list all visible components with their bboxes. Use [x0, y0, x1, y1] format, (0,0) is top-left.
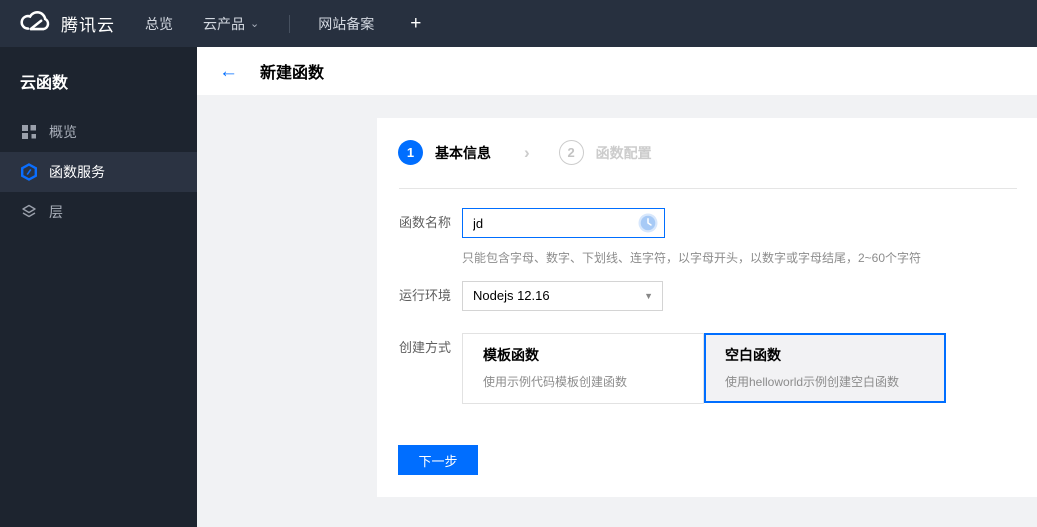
- section-divider: [399, 188, 1017, 189]
- method-card-blank-function[interactable]: 空白函数 使用helloworld示例创建空白函数: [704, 333, 946, 403]
- function-name-field-wrapper: [462, 208, 665, 238]
- method-card-group: 模板函数 使用示例代码模板创建函数 空白函数 使用helloworld示例创建空…: [462, 333, 946, 404]
- runtime-label: 运行环境: [399, 288, 452, 303]
- sidebar-item-label: 概览: [49, 124, 77, 140]
- create-function-card: 1 基本信息 › 2 函数配置 函数名称 只能包含字母、数字、下划线、连字: [377, 118, 1037, 497]
- method-card-description: 使用helloworld示例创建空白函数: [725, 375, 900, 389]
- sidebar-item-overview[interactable]: 概览: [0, 112, 197, 152]
- runtime-select[interactable]: Nodejs 12.16 ▼: [462, 281, 663, 311]
- step-2-circle: 2: [558, 140, 584, 165]
- method-card-template-function[interactable]: 模板函数 使用示例代码模板创建函数: [462, 333, 704, 404]
- creation-method-row: 创建方式 模板函数 使用示例代码模板创建函数 空白函数 使用helloworld…: [399, 333, 946, 404]
- top-navbar: 腾讯云 总览 云产品 ⌄ 网站备案 +: [0, 0, 1037, 47]
- chevron-down-icon: ⌄: [250, 18, 260, 30]
- top-nav: 总览 云产品 ⌄ 网站备案 +: [145, 13, 421, 35]
- method-card-title: 空白函数: [725, 347, 781, 363]
- function-name-row: 函数名称: [399, 208, 665, 238]
- sidebar: 云函数 概览 函数服务 层: [0, 47, 197, 527]
- nav-cloud-products[interactable]: 云产品 ⌄: [203, 14, 259, 34]
- page-title: 新建函数: [260, 65, 325, 82]
- function-service-icon: [20, 163, 38, 181]
- pending-clock-icon: [638, 213, 658, 233]
- nav-website-icp[interactable]: 网站备案: [318, 14, 374, 34]
- method-card-title: 模板函数: [483, 347, 539, 363]
- tencent-cloud-logo[interactable]: 腾讯云: [18, 9, 115, 39]
- sidebar-item-layers[interactable]: 层: [0, 192, 197, 232]
- next-step-button[interactable]: 下一步: [398, 445, 478, 475]
- content-area: 1 基本信息 › 2 函数配置 函数名称 只能包含字母、数字、下划线、连字: [197, 95, 1037, 527]
- sidebar-item-label: 函数服务: [49, 164, 105, 180]
- step-separator-chevron-icon: ›: [524, 143, 530, 162]
- add-tab-button[interactable]: +: [410, 13, 421, 35]
- brand-name: 腾讯云: [61, 16, 115, 35]
- step-2-label: 函数配置: [595, 144, 652, 161]
- page-header: ← 新建函数: [197, 47, 1037, 95]
- back-arrow-icon[interactable]: ←: [219, 62, 238, 81]
- sidebar-item-function-service[interactable]: 函数服务: [0, 152, 197, 192]
- step-1-circle: 1: [398, 140, 423, 165]
- creation-method-label: 创建方式: [399, 340, 452, 355]
- step-1-label: 基本信息: [435, 144, 491, 161]
- nav-divider: [289, 14, 291, 33]
- nav-overview[interactable]: 总览: [145, 14, 173, 34]
- sidebar-item-label: 层: [49, 204, 63, 220]
- function-name-hint: 只能包含字母、数字、下划线、连字符，以字母开头，以数字或字母结尾，2~60个字符: [462, 251, 922, 265]
- wizard-steps: 1 基本信息 › 2 函数配置: [398, 140, 652, 165]
- layers-icon: [20, 203, 38, 221]
- function-name-label: 函数名称: [399, 215, 452, 230]
- sidebar-title: 云函数: [20, 75, 69, 92]
- method-card-description: 使用示例代码模板创建函数: [483, 375, 628, 389]
- runtime-row: 运行环境 Nodejs 12.16 ▼: [399, 281, 663, 311]
- function-name-input[interactable]: [463, 209, 633, 237]
- grid-icon: [20, 123, 38, 141]
- runtime-selected-value: Nodejs 12.16: [473, 288, 550, 303]
- cloud-logo-icon: [18, 9, 52, 39]
- select-caret-icon: ▼: [644, 291, 653, 301]
